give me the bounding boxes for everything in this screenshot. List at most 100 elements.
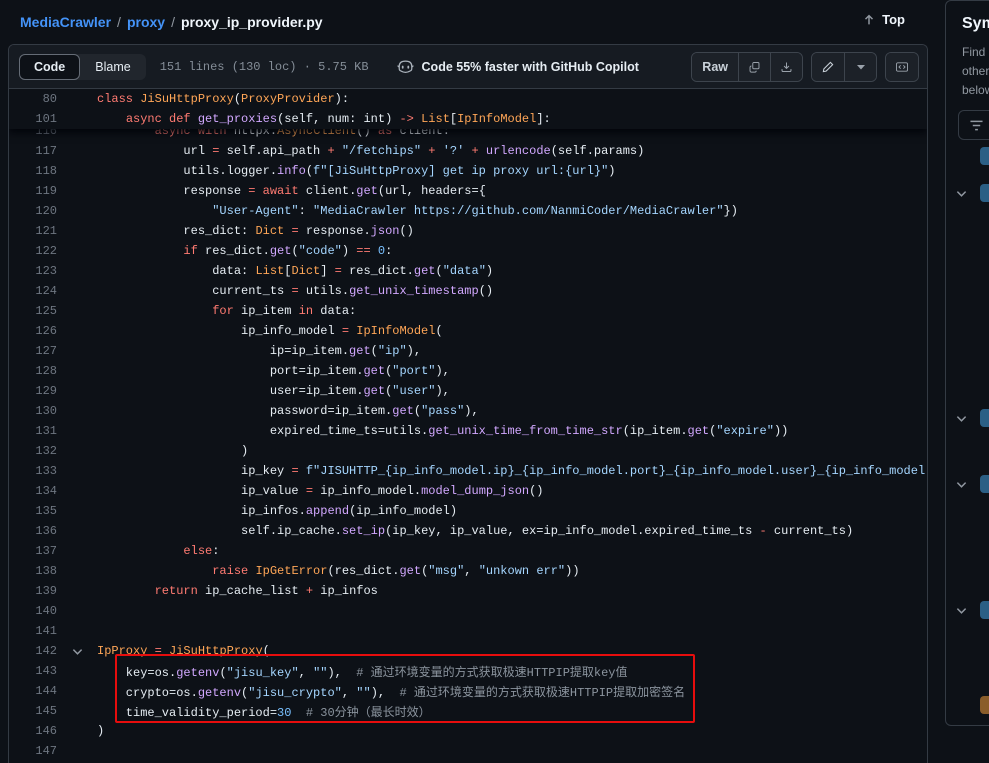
collapse-chevron-icon[interactable] — [956, 606, 967, 615]
line-number[interactable]: 142 — [9, 644, 57, 658]
symbols-toggle-button[interactable] — [886, 53, 918, 81]
code-line: 122 if res_dict.get("code") == 0: — [9, 241, 927, 261]
line-number[interactable]: 119 — [9, 184, 57, 198]
line-number[interactable]: 120 — [9, 204, 57, 218]
line-number[interactable]: 147 — [9, 744, 57, 758]
code-text: ) — [97, 724, 104, 738]
symbol-pill[interactable] — [980, 696, 989, 714]
edit-dropdown-button[interactable] — [844, 53, 876, 81]
code-area: 80 class JiSuHttpProxy(ProxyProvider): 101… — [9, 89, 927, 763]
symbol-item[interactable] — [950, 601, 989, 619]
symbol-item[interactable] — [950, 475, 989, 493]
code-blame-switch: Code Blame — [19, 54, 146, 80]
code-line: 141 — [9, 621, 927, 641]
collapse-chevron-icon[interactable] — [956, 480, 967, 489]
code-line: 132 ) — [9, 441, 927, 461]
line-number[interactable]: 117 — [9, 144, 57, 158]
code-line: 127 ip=ip_item.get("ip"), — [9, 341, 927, 361]
copilot-banner[interactable]: Code 55% faster with GitHub Copilot — [397, 59, 639, 74]
line-number[interactable]: 132 — [9, 444, 57, 458]
breadcrumb-dir-link[interactable]: proxy — [127, 14, 165, 30]
line-number[interactable]: 141 — [9, 624, 57, 638]
line-number[interactable]: 139 — [9, 584, 57, 598]
breadcrumb-file-name: proxy_ip_provider.py — [181, 14, 323, 30]
clipped-code-line: 116 async with httpx.AsyncClient() as cl… — [9, 129, 927, 141]
file-toolbar: Code Blame 151 lines (130 loc) · 5.75 KB… — [9, 45, 927, 89]
line-number[interactable]: 116 — [9, 129, 57, 138]
code-text: key=os.getenv("jisu_key", ""), # 通过环境变量的… — [97, 663, 628, 680]
line-number[interactable]: 123 — [9, 264, 57, 278]
file-view-panel: Code Blame 151 lines (130 loc) · 5.75 KB… — [8, 44, 928, 763]
tab-code[interactable]: Code — [19, 54, 80, 80]
code-line: 128 port=ip_item.get("port"), — [9, 361, 927, 381]
code-text: class JiSuHttpProxy(ProxyProvider): — [97, 92, 349, 106]
code-line: 129 user=ip_item.get("user"), — [9, 381, 927, 401]
symbol-pill[interactable] — [980, 601, 989, 619]
copy-button[interactable] — [738, 53, 770, 81]
symbol-pill[interactable] — [980, 475, 989, 493]
toolbar-actions: Raw — [691, 52, 919, 82]
code-text: expired_time_ts=utils.get_unix_time_from… — [97, 424, 788, 438]
line-number[interactable]: 138 — [9, 564, 57, 578]
line-number[interactable]: 125 — [9, 304, 57, 318]
symbol-chevron-slot[interactable] — [950, 606, 972, 615]
line-number[interactable]: 121 — [9, 224, 57, 238]
line-number[interactable]: 134 — [9, 484, 57, 498]
symbols-description-line: Find definitions and references for func… — [962, 43, 989, 62]
line-number[interactable]: 136 — [9, 524, 57, 538]
line-number[interactable]: 101 — [9, 112, 57, 126]
line-number[interactable]: 122 — [9, 244, 57, 258]
copilot-banner-text: Code 55% faster with GitHub Copilot — [422, 60, 639, 74]
code-line: 124 current_ts = utils.get_unix_timestam… — [9, 281, 927, 301]
top-button[interactable]: Top — [862, 12, 905, 27]
tab-blame[interactable]: Blame — [80, 54, 145, 80]
code-text: response = await client.get(url, headers… — [97, 184, 486, 198]
code-line: 143 key=os.getenv("jisu_key", ""), # 通过环… — [9, 661, 927, 681]
line-number[interactable]: 128 — [9, 364, 57, 378]
collapse-chevron-icon[interactable] — [956, 414, 967, 423]
code-line: 119 response = await client.get(url, hea… — [9, 181, 927, 201]
symbol-pill[interactable] — [980, 409, 989, 427]
line-number[interactable]: 118 — [9, 164, 57, 178]
line-number[interactable]: 133 — [9, 464, 57, 478]
collapse-chevron-icon[interactable] — [72, 647, 83, 656]
collapse-chevron-icon[interactable] — [956, 189, 967, 198]
line-number[interactable]: 124 — [9, 284, 57, 298]
line-number[interactable]: 129 — [9, 384, 57, 398]
code-line: 138 raise IpGetError(res_dict.get("msg",… — [9, 561, 927, 581]
line-number[interactable]: 131 — [9, 424, 57, 438]
code-line: 145 time_validity_period=30 # 30分钟（最长时效） — [9, 701, 927, 721]
line-number[interactable]: 137 — [9, 544, 57, 558]
breadcrumb-repo-link[interactable]: MediaCrawler — [20, 14, 111, 30]
raw-actions-group: Raw — [691, 52, 803, 82]
symbol-item[interactable] — [950, 147, 989, 165]
symbol-item[interactable] — [950, 696, 989, 714]
line-number[interactable]: 143 — [9, 664, 57, 678]
symbol-item[interactable] — [950, 409, 989, 427]
line-number[interactable]: 130 — [9, 404, 57, 418]
line-number[interactable]: 127 — [9, 344, 57, 358]
download-button[interactable] — [770, 53, 802, 81]
code-line: 131 expired_time_ts=utils.get_unix_time_… — [9, 421, 927, 441]
symbol-chevron-slot[interactable] — [950, 414, 972, 423]
line-number[interactable]: 145 — [9, 704, 57, 718]
symbol-pill[interactable] — [980, 147, 989, 165]
symbol-chevron-slot[interactable] — [950, 480, 972, 489]
edit-button[interactable] — [812, 53, 844, 81]
filter-input[interactable] — [958, 110, 989, 140]
code-line: 126 ip_info_model = IpInfoModel( — [9, 321, 927, 341]
line-number[interactable]: 135 — [9, 504, 57, 518]
symbol-item[interactable] — [950, 184, 989, 202]
code-text: "User-Agent": "MediaCrawler https://gith… — [97, 204, 738, 218]
code-line: 147 — [9, 741, 927, 761]
line-number[interactable]: 140 — [9, 604, 57, 618]
symbol-chevron-slot[interactable] — [950, 189, 972, 198]
main-column: MediaCrawler/proxy/proxy_ip_provider.py … — [0, 0, 937, 763]
symbol-pill[interactable] — [980, 184, 989, 202]
line-number[interactable]: 144 — [9, 684, 57, 698]
line-number[interactable]: 146 — [9, 724, 57, 738]
raw-button[interactable]: Raw — [692, 53, 738, 81]
copilot-icon — [397, 59, 414, 74]
line-number[interactable]: 80 — [9, 92, 57, 106]
line-number[interactable]: 126 — [9, 324, 57, 338]
